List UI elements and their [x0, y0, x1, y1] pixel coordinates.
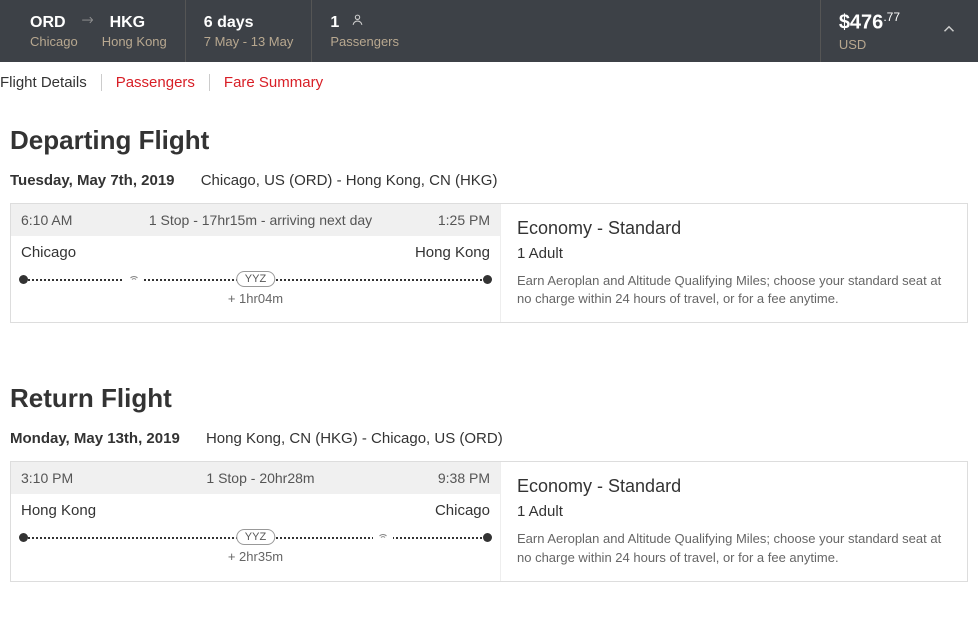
departing-connection: YYZ — [236, 271, 275, 287]
return-card: 3:10 PM 1 Stop - 20hr28m 9:38 PM Hong Ko… — [10, 461, 968, 581]
departing-cities-row: Chicago Hong Kong — [11, 236, 500, 265]
departing-depart-time: 6:10 AM — [21, 212, 121, 228]
summary-header: ORD HKG Chicago Hong Kong 6 days 7 May -… — [0, 0, 978, 62]
departing-stops-info: 1 Stop - 17hr15m - arriving next day — [121, 212, 400, 228]
pax-count: 1 — [330, 14, 339, 32]
departing-timeline: YYZ + 1hr04m — [21, 271, 490, 311]
plane-icon — [78, 13, 98, 32]
departing-title: Departing Flight — [10, 125, 968, 156]
departing-fare-pax: 1 Adult — [517, 245, 951, 262]
departing-layover: + 1hr04m — [228, 291, 283, 306]
collapse-toggle[interactable] — [920, 0, 978, 62]
departing-to-city: Hong Kong — [121, 244, 490, 261]
return-stops-info: 1 Stop - 20hr28m — [121, 470, 400, 486]
departing-route: Chicago, US (ORD) - Hong Kong, CN (HKG) — [201, 172, 498, 189]
tab-passengers[interactable]: Passengers — [102, 74, 210, 91]
departing-card: 6:10 AM 1 Stop - 17hr15m - arriving next… — [10, 203, 968, 323]
wifi-icon — [124, 272, 144, 287]
return-date-route: Monday, May 13th, 2019 Hong Kong, CN (HK… — [10, 430, 968, 447]
header-spacer — [417, 0, 820, 62]
person-icon — [351, 13, 364, 32]
departing-timeline-panel: 6:10 AM 1 Stop - 17hr15m - arriving next… — [11, 204, 501, 322]
dest-code: HKG — [110, 14, 146, 32]
departing-date-route: Tuesday, May 7th, 2019 Chicago, US (ORD)… — [10, 172, 968, 189]
return-fare-pax: 1 Adult — [517, 503, 951, 520]
duration-days: 6 days — [204, 14, 294, 32]
route-cell: ORD HKG Chicago Hong Kong — [0, 0, 185, 62]
timeline-start-dot — [19, 533, 28, 542]
price-cell: $476.77 USD — [820, 0, 920, 62]
return-cities-row: Hong Kong Chicago — [11, 494, 500, 523]
return-times-row: 3:10 PM 1 Stop - 20hr28m 9:38 PM — [11, 462, 500, 494]
origin-city: Chicago — [30, 34, 78, 49]
tab-fare-summary[interactable]: Fare Summary — [210, 74, 337, 91]
timeline-end-dot — [483, 275, 492, 284]
return-from-city: Hong Kong — [21, 502, 121, 519]
return-fare-panel: Economy - Standard 1 Adult Earn Aeroplan… — [501, 462, 967, 580]
departing-fare-panel: Economy - Standard 1 Adult Earn Aeroplan… — [501, 204, 967, 322]
return-timeline-panel: 3:10 PM 1 Stop - 20hr28m 9:38 PM Hong Ko… — [11, 462, 501, 580]
currency: USD — [839, 37, 900, 52]
return-fare-class: Economy - Standard — [517, 476, 951, 497]
departing-times-row: 6:10 AM 1 Stop - 17hr15m - arriving next… — [11, 204, 500, 236]
chevron-up-icon — [940, 20, 958, 43]
duration-cell: 6 days 7 May - 13 May — [185, 0, 312, 62]
departing-fare-class: Economy - Standard — [517, 218, 951, 239]
return-route: Hong Kong, CN (HKG) - Chicago, US (ORD) — [206, 430, 503, 447]
return-arrive-time: 9:38 PM — [400, 470, 490, 486]
departing-from-city: Chicago — [21, 244, 121, 261]
return-fare-note: Earn Aeroplan and Altitude Qualifying Mi… — [517, 530, 951, 566]
wifi-icon — [373, 530, 393, 545]
passengers-cell: 1 Passengers — [311, 0, 417, 62]
departing-date: Tuesday, May 7th, 2019 — [10, 172, 175, 189]
date-range: 7 May - 13 May — [204, 34, 294, 49]
timeline-end-dot — [483, 533, 492, 542]
return-connection: YYZ — [236, 529, 275, 545]
return-title: Return Flight — [10, 383, 968, 414]
price-whole: $476 — [839, 12, 884, 34]
return-date: Monday, May 13th, 2019 — [10, 430, 180, 447]
return-depart-time: 3:10 PM — [21, 470, 121, 486]
content-area: Departing Flight Tuesday, May 7th, 2019 … — [0, 125, 978, 612]
price-cents: .77 — [883, 10, 900, 24]
departing-fare-note: Earn Aeroplan and Altitude Qualifying Mi… — [517, 272, 951, 308]
pax-label: Passengers — [330, 34, 399, 49]
dest-city: Hong Kong — [102, 34, 167, 49]
departing-arrive-time: 1:25 PM — [400, 212, 490, 228]
return-layover: + 2hr35m — [228, 549, 283, 564]
tab-bar: Flight Details Passengers Fare Summary — [0, 62, 978, 103]
tab-flight-details[interactable]: Flight Details — [0, 74, 102, 91]
origin-code: ORD — [30, 14, 66, 32]
return-to-city: Chicago — [121, 502, 490, 519]
return-timeline: YYZ + 2hr35m — [21, 529, 490, 569]
timeline-start-dot — [19, 275, 28, 284]
